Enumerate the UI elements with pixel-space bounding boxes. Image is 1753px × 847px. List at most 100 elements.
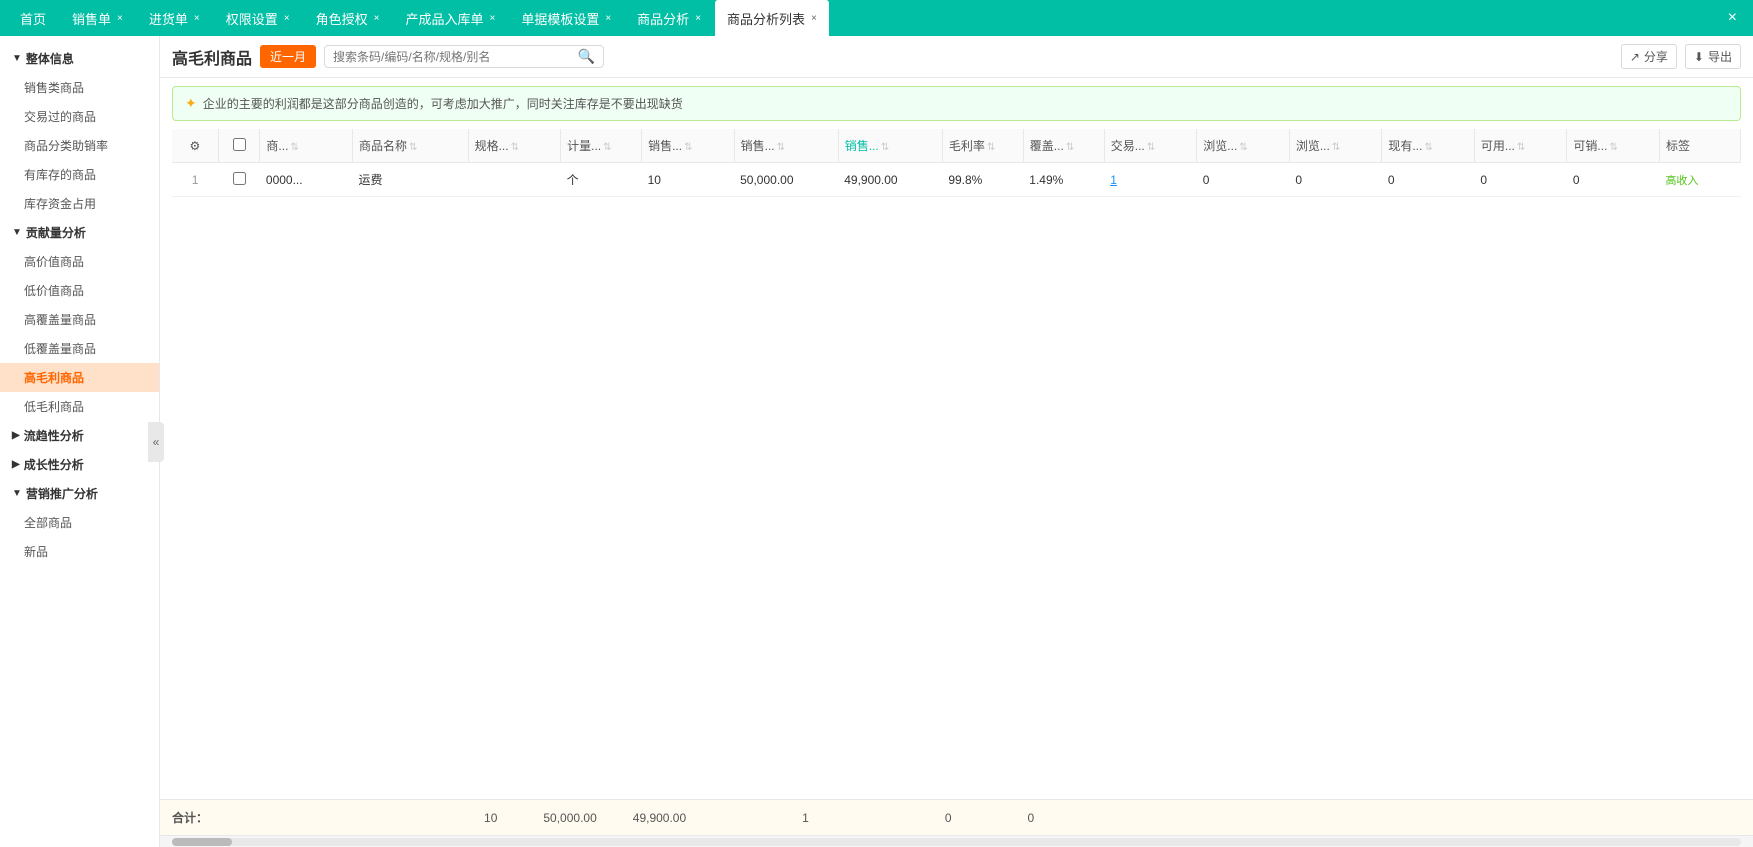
col-saleable[interactable]: 可销...⇅ xyxy=(1567,129,1660,163)
nav-goods-list-close[interactable]: × xyxy=(811,13,817,24)
col-tag[interactable]: 标签 xyxy=(1659,129,1740,163)
col-view1[interactable]: 浏览...⇅ xyxy=(1197,129,1290,163)
info-icon: ✦ xyxy=(185,95,197,112)
col-sales3[interactable]: 销售...⇅ xyxy=(838,129,942,163)
sidebar-item-all-goods[interactable]: 全部商品 xyxy=(0,508,159,537)
col-coverage[interactable]: 覆盖...⇅ xyxy=(1023,129,1104,163)
cell-gross-rate: 99.8% xyxy=(942,163,1023,197)
table-row[interactable]: 1 0000... 运费 个 10 50,000.00 49,900.00 99… xyxy=(172,163,1741,197)
scrollbar-thumb[interactable] xyxy=(172,838,232,846)
section-growth-arrow: ▶ xyxy=(12,459,20,470)
sidebar-item-high-margin[interactable]: 高毛利商品 xyxy=(0,363,159,392)
nav-goods-analysis[interactable]: 商品分析 × xyxy=(625,0,713,36)
footer-val-sales1: 10 xyxy=(484,811,497,825)
nav-permission[interactable]: 权限设置 × xyxy=(214,0,302,36)
export-button[interactable]: ⬇ 导出 xyxy=(1685,44,1741,69)
sidebar-section-trend[interactable]: ▶ 流趋性分析 xyxy=(0,421,159,450)
info-banner: ✦ 企业的主要的利润都是这部分商品创造的，可考虑加大推广，同时关注库存是不要出现… xyxy=(172,86,1741,121)
col-available[interactable]: 可用...⇅ xyxy=(1474,129,1567,163)
table-header-row: ⚙ 商...⇅ 商品名称⇅ 规格...⇅ 计量...⇅ 销售...⇅ 销售...… xyxy=(172,129,1741,163)
nav-goods-analysis-label: 商品分析 xyxy=(637,9,689,28)
col-name[interactable]: 商品名称⇅ xyxy=(352,129,468,163)
table-wrapper[interactable]: ⚙ 商...⇅ 商品名称⇅ 规格...⇅ 计量...⇅ 销售...⇅ 销售...… xyxy=(160,129,1753,799)
sidebar-section-growth[interactable]: ▶ 成长性分析 xyxy=(0,450,159,479)
section-trend-label: 流趋性分析 xyxy=(24,427,84,444)
nav-product-in[interactable]: 产成品入库单 × xyxy=(393,0,507,36)
footer-label: 合计： xyxy=(172,809,208,826)
horizontal-scrollbar[interactable] xyxy=(160,835,1753,847)
sidebar-item-low-margin[interactable]: 低毛利商品 xyxy=(0,392,159,421)
nav-purchase-label: 进货单 xyxy=(149,9,188,28)
nav-product-in-close[interactable]: × xyxy=(489,13,495,24)
col-spec[interactable]: 规格...⇅ xyxy=(468,129,561,163)
sidebar-item-category-rate[interactable]: 商品分类助销率 xyxy=(0,131,159,160)
sidebar-item-sales-goods[interactable]: 销售类商品 xyxy=(0,73,159,102)
nav-template-close[interactable]: × xyxy=(605,13,611,24)
sidebar-collapse-button[interactable]: « xyxy=(148,422,164,462)
section-overall-label: 整体信息 xyxy=(26,50,74,67)
cell-available: 0 xyxy=(1474,163,1567,197)
content-area: 高毛利商品 近一月 🔍 ↗ 分享 ⬇ 导出 ✦ 企业的主要的利润都是这部分商品创… xyxy=(160,36,1753,847)
col-unit[interactable]: 计量...⇅ xyxy=(561,129,642,163)
nav-permission-label: 权限设置 xyxy=(226,9,278,28)
sidebar-section-contribution[interactable]: ▼ 贡献量分析 xyxy=(0,218,159,247)
page-title: 高毛利商品 xyxy=(172,45,252,69)
sidebar-item-stock-fund[interactable]: 库存资金占用 xyxy=(0,189,159,218)
nav-home[interactable]: 首页 xyxy=(8,0,58,36)
window-close-button[interactable]: × xyxy=(1720,5,1745,31)
nav-goods-analysis-close[interactable]: × xyxy=(695,13,701,24)
col-transaction[interactable]: 交易...⇅ xyxy=(1104,129,1197,163)
nav-role[interactable]: 角色授权 × xyxy=(304,0,392,36)
section-trend-arrow: ▶ xyxy=(12,430,20,441)
info-text: 企业的主要的利润都是这部分商品创造的，可考虑加大推广，同时关注库存是不要出现缺货 xyxy=(203,95,683,112)
nav-product-in-label: 产成品入库单 xyxy=(405,9,483,28)
nav-goods-list[interactable]: 商品分析列表 × xyxy=(715,0,829,36)
cell-code: 0000... xyxy=(260,163,353,197)
tag-badge: 高收入 xyxy=(1665,175,1698,187)
footer-val-available: 0 xyxy=(1028,811,1035,825)
col-checkbox[interactable] xyxy=(218,129,260,163)
share-icon: ↗ xyxy=(1630,50,1640,64)
sidebar-section-overall[interactable]: ▼ 整体信息 xyxy=(0,44,159,73)
footer-val-sales2: 50,000.00 xyxy=(543,811,596,825)
nav-template-label: 单据模板设置 xyxy=(521,9,599,28)
sidebar-item-new-goods[interactable]: 新品 xyxy=(0,537,159,566)
nav-permission-close[interactable]: × xyxy=(284,13,290,24)
col-settings[interactable]: ⚙ xyxy=(172,129,218,163)
col-code[interactable]: 商...⇅ xyxy=(260,129,353,163)
sidebar-item-low-value[interactable]: 低价值商品 xyxy=(0,276,159,305)
content-header: 高毛利商品 近一月 🔍 ↗ 分享 ⬇ 导出 xyxy=(160,36,1753,78)
cell-checkbox[interactable] xyxy=(218,163,260,197)
nav-sales-label: 销售单 xyxy=(72,9,111,28)
cell-index: 1 xyxy=(172,163,218,197)
sidebar-item-stocked-goods[interactable]: 有库存的商品 xyxy=(0,160,159,189)
select-all-checkbox[interactable] xyxy=(233,138,246,151)
search-input[interactable] xyxy=(333,50,578,64)
nav-goods-list-label: 商品分析列表 xyxy=(727,9,805,28)
filter-period-button[interactable]: 近一月 xyxy=(260,45,316,68)
nav-purchase[interactable]: 进货单 × xyxy=(137,0,212,36)
nav-template[interactable]: 单据模板设置 × xyxy=(509,0,623,36)
cell-tag: 高收入 xyxy=(1659,163,1740,197)
sidebar-section-marketing[interactable]: ▼ 营销推广分析 xyxy=(0,479,159,508)
sidebar-item-high-coverage[interactable]: 高覆盖量商品 xyxy=(0,305,159,334)
transaction-link[interactable]: 1 xyxy=(1110,173,1117,187)
sidebar-item-low-coverage[interactable]: 低覆盖量商品 xyxy=(0,334,159,363)
sidebar-item-high-value[interactable]: 高价值商品 xyxy=(0,247,159,276)
sidebar: ▼ 整体信息 销售类商品 交易过的商品 商品分类助销率 有库存的商品 库存资金占… xyxy=(0,36,160,847)
share-button[interactable]: ↗ 分享 xyxy=(1621,44,1677,69)
col-view2[interactable]: 浏览...⇅ xyxy=(1289,129,1382,163)
main-layout: ▼ 整体信息 销售类商品 交易过的商品 商品分类助销率 有库存的商品 库存资金占… xyxy=(0,36,1753,847)
search-icon[interactable]: 🔍 xyxy=(578,48,595,65)
cell-spec xyxy=(468,163,561,197)
sidebar-item-traded-goods[interactable]: 交易过的商品 xyxy=(0,102,159,131)
col-current[interactable]: 现有...⇅ xyxy=(1382,129,1475,163)
nav-purchase-close[interactable]: × xyxy=(194,13,200,24)
nav-role-close[interactable]: × xyxy=(374,13,380,24)
nav-sales-close[interactable]: × xyxy=(117,13,123,24)
col-sales2[interactable]: 销售...⇅ xyxy=(734,129,838,163)
col-sales1[interactable]: 销售...⇅ xyxy=(642,129,735,163)
col-gross-rate[interactable]: 毛利率⇅ xyxy=(942,129,1023,163)
nav-sales[interactable]: 销售单 × xyxy=(60,0,135,36)
row-checkbox[interactable] xyxy=(233,172,246,185)
